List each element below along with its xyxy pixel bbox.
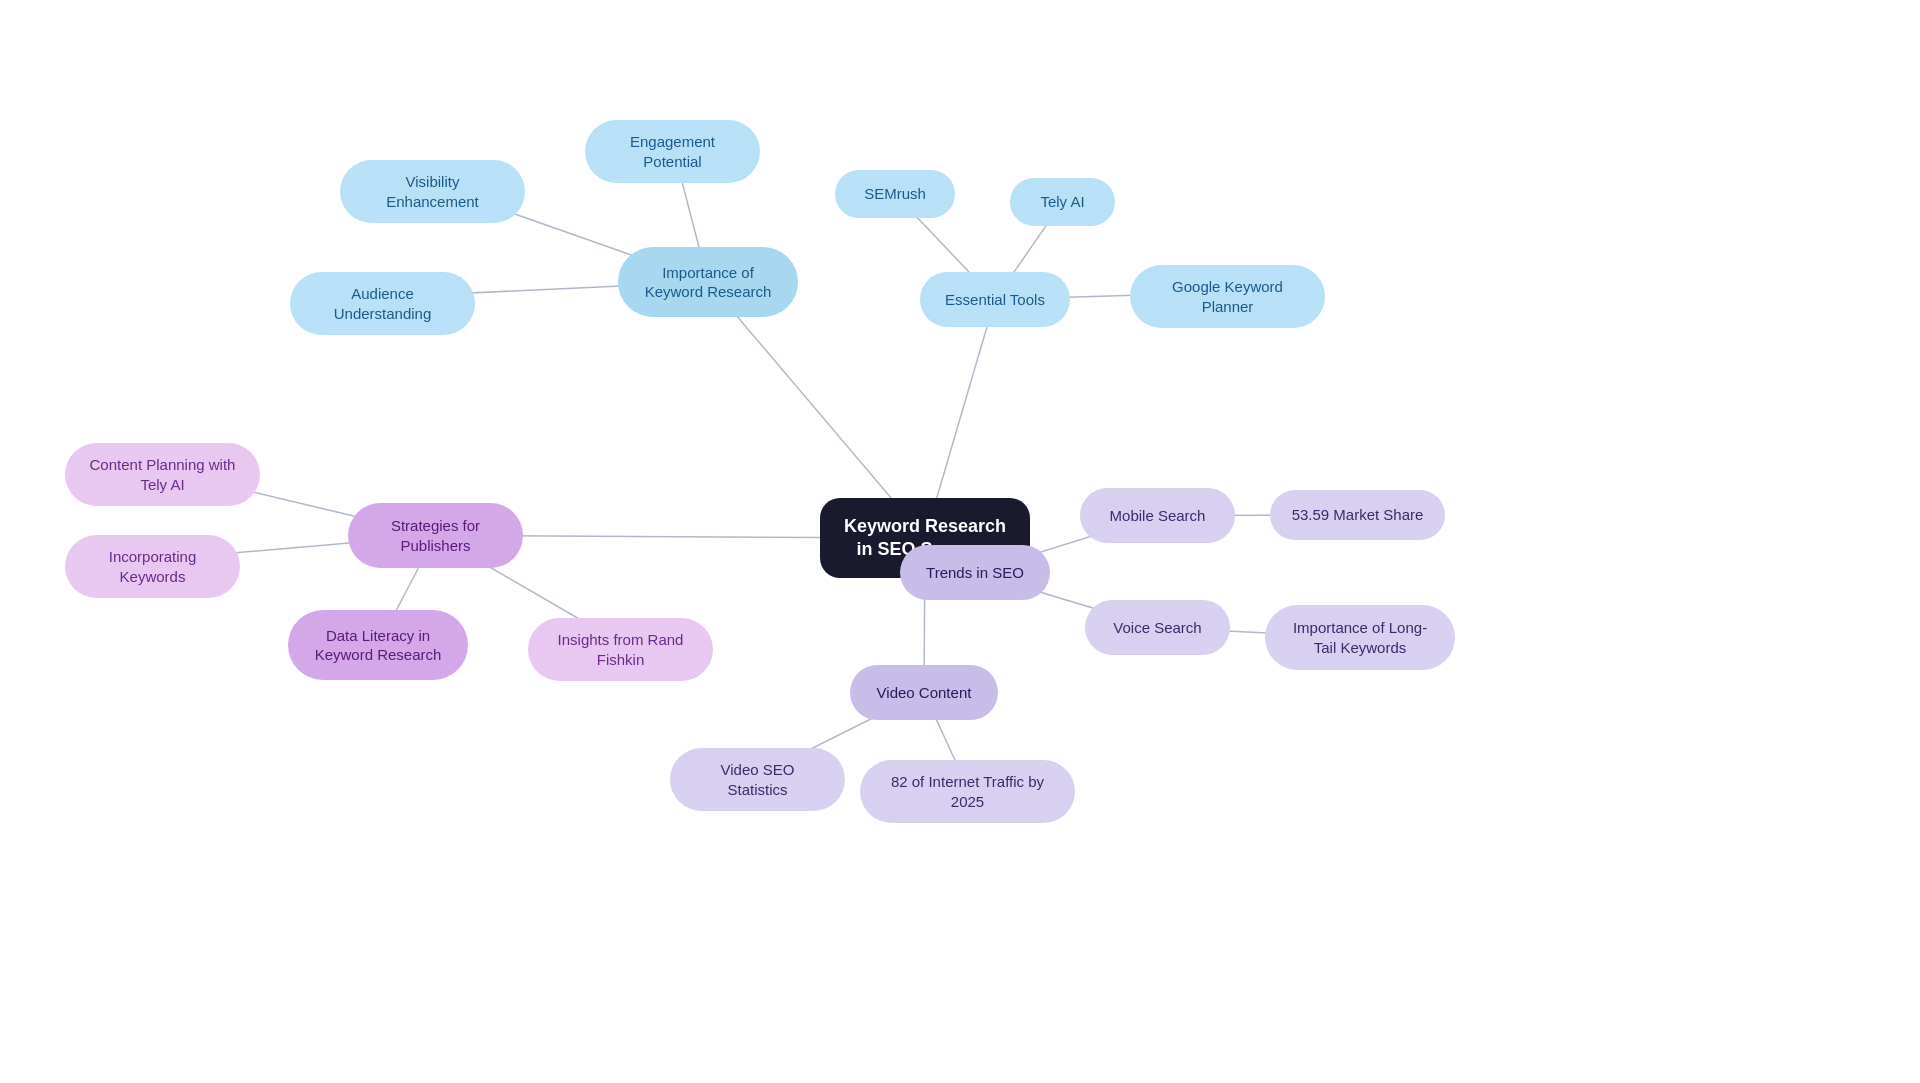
node-trends[interactable]: Trends in SEO: [900, 545, 1050, 600]
node-visibility[interactable]: Visibility Enhancement: [340, 160, 525, 223]
node-content-planning[interactable]: Content Planning with Tely AI: [65, 443, 260, 506]
node-video-seo[interactable]: Video SEO Statistics: [670, 748, 845, 811]
node-google-kp[interactable]: Google Keyword Planner: [1130, 265, 1325, 328]
node-incorporating[interactable]: Incorporating Keywords: [65, 535, 240, 598]
node-audience[interactable]: Audience Understanding: [290, 272, 475, 335]
node-insights[interactable]: Insights from Rand Fishkin: [528, 618, 713, 681]
node-importance[interactable]: Importance of Keyword Research: [618, 247, 798, 317]
node-semrush[interactable]: SEMrush: [835, 170, 955, 218]
node-essential-tools[interactable]: Essential Tools: [920, 272, 1070, 327]
node-mobile-search[interactable]: Mobile Search: [1080, 488, 1235, 543]
node-data-literacy[interactable]: Data Literacy in Keyword Research: [288, 610, 468, 680]
node-market-share[interactable]: 53.59 Market Share: [1270, 490, 1445, 540]
node-long-tail[interactable]: Importance of Long-Tail Keywords: [1265, 605, 1455, 670]
node-tely-ai[interactable]: Tely AI: [1010, 178, 1115, 226]
node-video-content[interactable]: Video Content: [850, 665, 998, 720]
node-strategies[interactable]: Strategies for Publishers: [348, 503, 523, 568]
node-internet-traffic[interactable]: 82 of Internet Traffic by 2025: [860, 760, 1075, 823]
mind-map: Keyword Research in SEO SuccessImportanc…: [0, 0, 1920, 1083]
node-voice-search[interactable]: Voice Search: [1085, 600, 1230, 655]
node-engagement[interactable]: Engagement Potential: [585, 120, 760, 183]
